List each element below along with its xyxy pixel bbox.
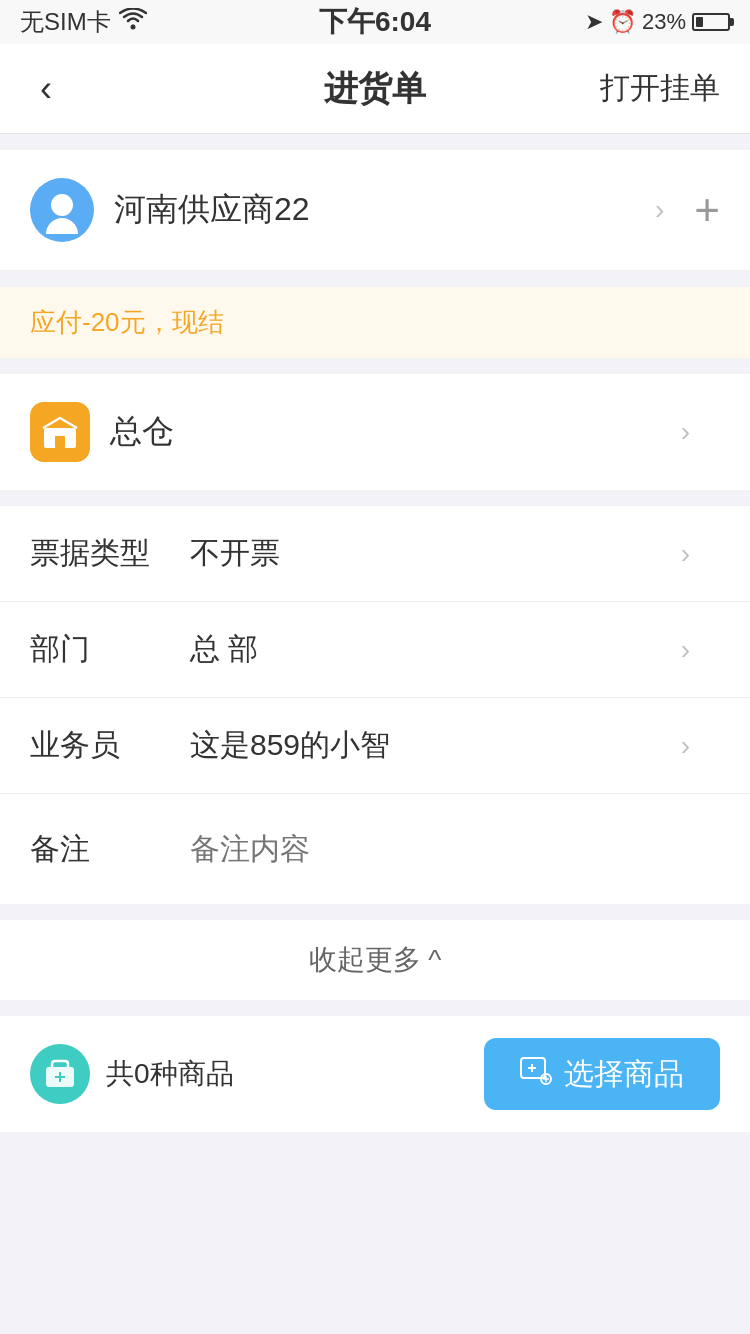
salesperson-value: 这是859的小智 xyxy=(170,725,681,766)
product-count-area: 共0种商品 xyxy=(30,1044,234,1104)
supplier-row[interactable]: 河南供应商22 › + xyxy=(0,150,750,271)
remark-row: 备注 xyxy=(0,794,750,904)
battery-percent: 23% xyxy=(642,9,686,35)
collapse-button[interactable]: 收起更多 ^ xyxy=(0,920,750,1000)
salesperson-label: 业务员 xyxy=(30,725,170,766)
svg-point-0 xyxy=(130,25,135,30)
remark-input[interactable] xyxy=(170,832,720,866)
invoice-type-row[interactable]: 票据类型 不开票 › xyxy=(0,506,750,602)
back-button[interactable]: ‹ xyxy=(30,58,62,120)
supplier-name: 河南供应商22 xyxy=(114,188,655,232)
salesperson-row[interactable]: 业务员 这是859的小智 › xyxy=(0,698,750,794)
collapse-label: 收起更多 ^ xyxy=(309,941,442,979)
invoice-type-value: 不开票 xyxy=(170,533,681,574)
department-chevron-icon: › xyxy=(681,634,690,666)
form-section: 票据类型 不开票 › 部门 总 部 › 业务员 这是859的小智 › 备注 xyxy=(0,506,750,904)
supplier-chevron-icon: › xyxy=(655,194,664,226)
salesperson-chevron-icon: › xyxy=(681,730,690,762)
warehouse-icon xyxy=(30,402,90,462)
battery-icon xyxy=(692,13,730,31)
add-button[interactable]: + xyxy=(694,188,720,232)
product-count-text: 共0种商品 xyxy=(106,1055,234,1093)
alarm-icon: ⏰ xyxy=(609,9,636,35)
department-value: 总 部 xyxy=(170,629,681,670)
nav-bar: ‹ 进货单 打开挂单 xyxy=(0,44,750,134)
avatar-person-icon xyxy=(46,194,78,226)
status-bar: 无SIM卡 下午6:04 ➤ ⏰ 23% xyxy=(0,0,750,44)
separator-top xyxy=(0,134,750,150)
select-btn-label: 选择商品 xyxy=(564,1054,684,1095)
invoice-type-label: 票据类型 xyxy=(30,533,170,574)
wifi-icon xyxy=(119,8,147,36)
notice-text: 应付-20元，现结 xyxy=(30,307,224,337)
warehouse-chevron-icon: › xyxy=(681,416,690,448)
bottom-bar: 共0种商品 选择商品 xyxy=(0,1016,750,1132)
status-time: 下午6:04 xyxy=(319,3,431,41)
remark-label: 备注 xyxy=(30,829,170,870)
select-product-button[interactable]: 选择商品 xyxy=(484,1038,720,1110)
carrier-label: 无SIM卡 xyxy=(20,6,111,38)
gray-area xyxy=(0,1132,750,1334)
supplier-avatar xyxy=(30,178,94,242)
product-icon xyxy=(30,1044,90,1104)
location-icon: ➤ xyxy=(585,9,603,35)
status-left: 无SIM卡 xyxy=(20,6,147,38)
svg-rect-2 xyxy=(55,436,65,448)
page-title: 进货单 xyxy=(324,66,426,112)
warehouse-row[interactable]: 总仓 › xyxy=(0,374,750,490)
warehouse-name: 总仓 xyxy=(110,410,681,454)
status-right: ➤ ⏰ 23% xyxy=(585,9,730,35)
invoice-type-chevron-icon: › xyxy=(681,538,690,570)
supplier-section: 河南供应商22 › + xyxy=(0,150,750,271)
notice-bar: 应付-20元，现结 xyxy=(0,287,750,358)
select-btn-icon xyxy=(520,1057,552,1092)
open-pending-button[interactable]: 打开挂单 xyxy=(600,68,720,109)
department-label: 部门 xyxy=(30,629,170,670)
content-area: 河南供应商22 › + 应付-20元，现结 总仓 › 票据类型 不开票 › 部门 xyxy=(0,134,750,1334)
department-row[interactable]: 部门 总 部 › xyxy=(0,602,750,698)
